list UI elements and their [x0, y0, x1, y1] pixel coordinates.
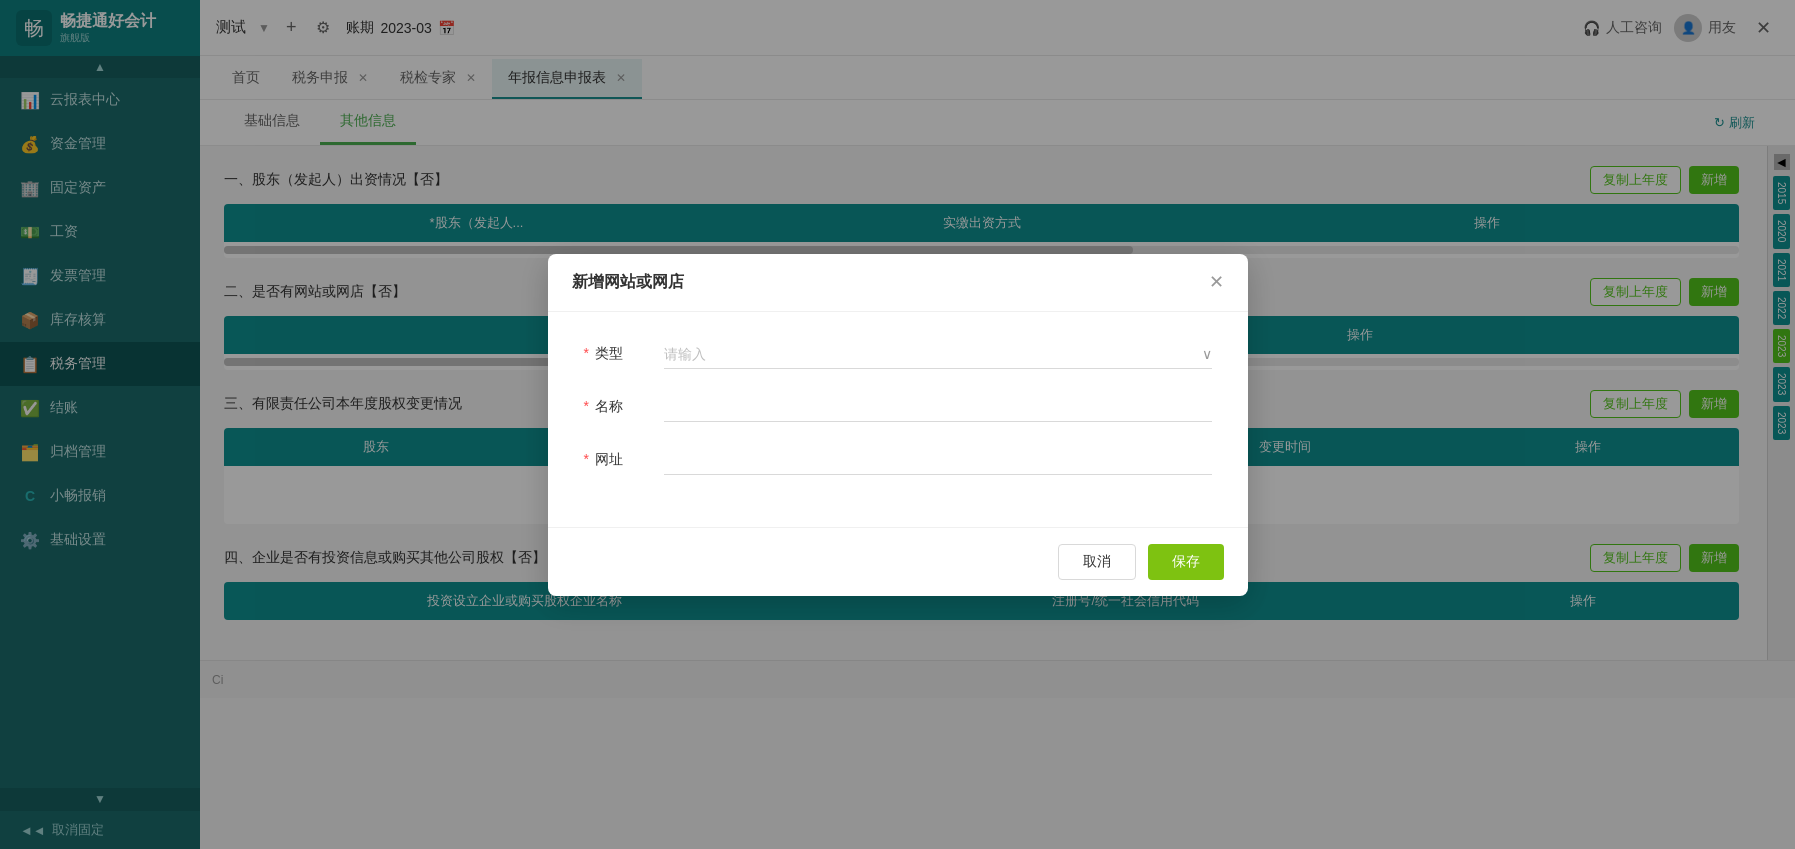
url-input[interactable] — [664, 446, 1212, 474]
type-input-wrap: ∨ — [664, 340, 1212, 369]
type-input[interactable] — [664, 340, 1212, 368]
form-field-type: * 类型 ∨ — [584, 340, 1212, 369]
save-button[interactable]: 保存 — [1148, 544, 1224, 580]
form-label-url: * 网址 — [584, 451, 664, 469]
required-mark-type: * — [584, 345, 589, 361]
name-input[interactable] — [664, 393, 1212, 421]
name-label-text: 名称 — [595, 398, 623, 414]
type-dropdown-icon[interactable]: ∨ — [1202, 346, 1212, 362]
required-mark-url: * — [584, 451, 589, 467]
required-mark-name: * — [584, 398, 589, 414]
modal-close-button[interactable]: ✕ — [1209, 273, 1224, 291]
type-label-text: 类型 — [595, 345, 623, 361]
modal-title: 新增网站或网店 — [572, 272, 684, 293]
cancel-button[interactable]: 取消 — [1058, 544, 1136, 580]
modal-add-website: 新增网站或网店 ✕ * 类型 ∨ * 名称 — [548, 254, 1248, 596]
modal-body: * 类型 ∨ * 名称 * — [548, 312, 1248, 527]
url-input-wrap — [664, 446, 1212, 475]
form-label-type: * 类型 — [584, 345, 664, 363]
modal-header: 新增网站或网店 ✕ — [548, 254, 1248, 312]
modal-footer: 取消 保存 — [548, 527, 1248, 596]
form-field-url: * 网址 — [584, 446, 1212, 475]
url-label-text: 网址 — [595, 451, 623, 467]
form-label-name: * 名称 — [584, 398, 664, 416]
name-input-wrap — [664, 393, 1212, 422]
modal-overlay[interactable]: 新增网站或网店 ✕ * 类型 ∨ * 名称 — [0, 0, 1795, 849]
form-field-name: * 名称 — [584, 393, 1212, 422]
